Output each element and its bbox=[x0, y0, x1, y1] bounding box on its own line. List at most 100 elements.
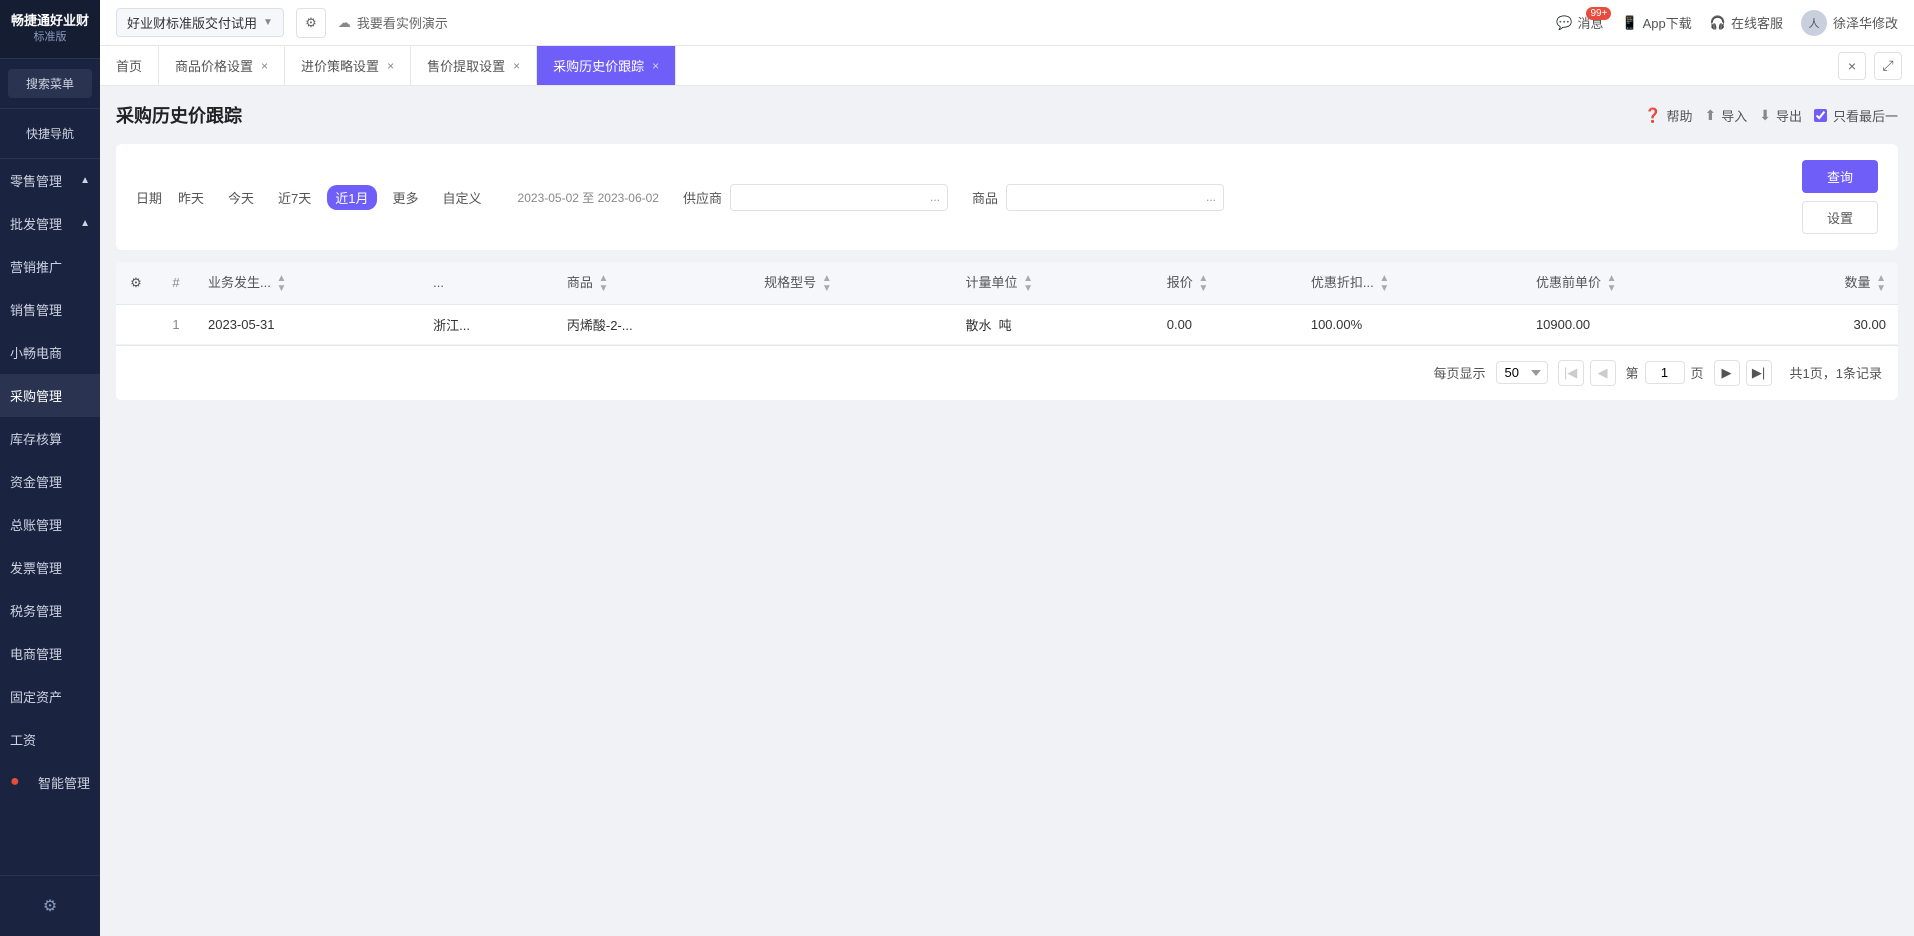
tab-home-label: 首页 bbox=[116, 56, 142, 75]
sidebar-item-smart[interactable]: ● 智能管理 bbox=[0, 761, 100, 804]
service-label: 在线客服 bbox=[1731, 13, 1783, 32]
sidebar-item-label: 工资 bbox=[10, 730, 36, 749]
sidebar-item-marketing[interactable]: 营销推广 bbox=[0, 245, 100, 288]
th-spec[interactable]: 规格型号 ▲▼ bbox=[752, 262, 953, 304]
sidebar-item-tax[interactable]: 税务管理 bbox=[0, 589, 100, 632]
sidebar-item-assets[interactable]: 固定资产 bbox=[0, 675, 100, 718]
per-page-select[interactable]: 50 10 20 100 bbox=[1496, 361, 1548, 384]
sidebar-item-retail[interactable]: 零售管理 ▲ bbox=[0, 159, 100, 202]
th-date[interactable]: 业务发生... ▲▼ bbox=[196, 262, 421, 304]
page-input[interactable] bbox=[1645, 361, 1685, 384]
sidebar-item-invoice[interactable]: 发票管理 bbox=[0, 546, 100, 589]
date-btn-yesterday[interactable]: 昨天 bbox=[170, 185, 212, 210]
filter-settings-button[interactable]: 设置 bbox=[1802, 201, 1878, 234]
th-gear[interactable]: ⚙ bbox=[116, 262, 156, 304]
tab-home[interactable]: 首页 bbox=[100, 46, 159, 85]
sidebar-item-payroll[interactable]: 工资 bbox=[0, 718, 100, 761]
close-icon[interactable]: × bbox=[652, 59, 659, 73]
date-filter: 日期 昨天 今天 近7天 近1月 更多 自定义 bbox=[136, 185, 490, 210]
sidebar-item-label: 总账管理 bbox=[10, 515, 62, 534]
user-name: 徐泽华修改 bbox=[1833, 13, 1898, 32]
first-page-button[interactable]: |◀ bbox=[1558, 360, 1584, 386]
online-service-button[interactable]: 🎧 在线客服 bbox=[1710, 13, 1783, 32]
app-download-button[interactable]: 📱 App下载 bbox=[1621, 13, 1691, 32]
close-icon[interactable]: × bbox=[261, 59, 268, 73]
tabs-right-controls: × ⤢ bbox=[1826, 52, 1914, 80]
sidebar-item-ledger[interactable]: 总账管理 bbox=[0, 503, 100, 546]
product-dots[interactable]: ... bbox=[1206, 190, 1216, 204]
page-actions: ❓ 帮助 ⬆ 导入 ⬇ 导出 只看最后一 bbox=[1644, 106, 1898, 125]
quick-nav-button[interactable]: 快捷导航 bbox=[0, 117, 100, 150]
sidebar-item-wholesale[interactable]: 批发管理 ▲ bbox=[0, 202, 100, 245]
th-discount[interactable]: 优惠折扣... ▲▼ bbox=[1299, 262, 1524, 304]
search-menu-button[interactable]: 搜索菜单 bbox=[8, 69, 92, 98]
supplier-input-wrap: ... bbox=[730, 184, 948, 211]
sidebar-item-label: 营销推广 bbox=[10, 257, 62, 276]
sort-icon: ▲▼ bbox=[822, 274, 832, 294]
last-page-button[interactable]: ▶| bbox=[1746, 360, 1772, 386]
maximize-tab-button[interactable]: ⤢ bbox=[1874, 52, 1902, 80]
date-btn-custom[interactable]: 自定义 bbox=[435, 185, 490, 210]
th-unit[interactable]: 计量单位 ▲▼ bbox=[953, 262, 1154, 304]
th-spec-label: 规格型号 bbox=[764, 275, 816, 290]
sidebar-item-inventory[interactable]: 库存核算 bbox=[0, 417, 100, 460]
topbar-settings-button[interactable]: ⚙ bbox=[296, 8, 326, 38]
export-button[interactable]: ⬇ 导出 bbox=[1759, 106, 1802, 125]
sidebar-item-ecommerce[interactable]: 电商管理 bbox=[0, 632, 100, 675]
version-selector[interactable]: 好业财标准版交付试用 ▼ bbox=[116, 8, 284, 37]
sort-icon: ▲▼ bbox=[1876, 274, 1886, 294]
quick-nav-section: 快捷导航 bbox=[0, 109, 100, 159]
product-input[interactable] bbox=[1006, 184, 1224, 211]
sidebar-item-ecommerce-small[interactable]: 小畅电商 bbox=[0, 331, 100, 374]
messages-button[interactable]: 💬 消息 99+ bbox=[1556, 13, 1603, 32]
tab-product-price[interactable]: 商品价格设置 × bbox=[159, 46, 285, 85]
close-icon[interactable]: × bbox=[513, 59, 520, 73]
cloud-icon: ☁ bbox=[338, 15, 351, 31]
th-price[interactable]: 报价 ▲▼ bbox=[1155, 262, 1299, 304]
th-qty[interactable]: 数量 ▲▼ bbox=[1754, 262, 1898, 304]
date-btn-more[interactable]: 更多 bbox=[385, 185, 427, 210]
tab-purchase-strategy[interactable]: 进价策略设置 × bbox=[285, 46, 411, 85]
row-num: 1 bbox=[156, 304, 196, 344]
sort-icon: ▲▼ bbox=[276, 274, 286, 294]
date-btn-7days[interactable]: 近7天 bbox=[270, 185, 319, 210]
sort-icon: ▲▼ bbox=[1198, 274, 1208, 294]
page-suffix-label: 页 bbox=[1691, 363, 1704, 382]
page-title: 采购历史价跟踪 bbox=[116, 102, 242, 128]
sidebar-item-finance[interactable]: 资金管理 bbox=[0, 460, 100, 503]
user-menu[interactable]: 人 徐泽华修改 bbox=[1801, 10, 1898, 36]
supplier-dots[interactable]: ... bbox=[930, 190, 940, 204]
close-tab-button[interactable]: × bbox=[1838, 52, 1866, 80]
supplier-input[interactable] bbox=[730, 184, 948, 211]
th-product[interactable]: 商品 ▲▼ bbox=[555, 262, 752, 304]
prev-page-button[interactable]: ◀ bbox=[1590, 360, 1616, 386]
tab-purchase-history[interactable]: 采购历史价跟踪 × bbox=[537, 46, 676, 85]
th-pre-price[interactable]: 优惠前单价 ▲▼ bbox=[1524, 262, 1754, 304]
date-btn-today[interactable]: 今天 bbox=[220, 185, 262, 210]
table-row: 1 2023-05-31 浙江... 丙烯酸-2-... 散水 吨 0.00 1… bbox=[116, 304, 1898, 344]
sidebar-item-sales[interactable]: 销售管理 bbox=[0, 288, 100, 331]
tab-bar: 首页 商品价格设置 × 进价策略设置 × 售价提取设置 × 采购历史价跟踪 × … bbox=[100, 46, 1914, 86]
sidebar-item-purchase[interactable]: 采购管理 bbox=[0, 374, 100, 417]
sidebar-logo: 畅捷通好业财 标准版 bbox=[0, 0, 100, 59]
settings-icon[interactable]: ⚙ bbox=[0, 888, 100, 924]
help-button[interactable]: ❓ 帮助 bbox=[1644, 106, 1692, 125]
demo-button[interactable]: ☁ 我要看实例演示 bbox=[338, 13, 448, 32]
tab-label: 进价策略设置 bbox=[301, 56, 379, 75]
sort-icon: ▲▼ bbox=[599, 274, 609, 294]
only-last-input[interactable] bbox=[1814, 109, 1827, 122]
logo-title: 畅捷通好业财 bbox=[8, 12, 92, 30]
next-page-button[interactable]: ▶ bbox=[1714, 360, 1740, 386]
close-icon[interactable]: × bbox=[387, 59, 394, 73]
th-extra[interactable]: ... bbox=[421, 262, 555, 304]
only-last-checkbox[interactable]: 只看最后一 bbox=[1814, 106, 1898, 125]
query-button[interactable]: 查询 bbox=[1802, 160, 1878, 193]
th-product-label: 商品 bbox=[567, 275, 593, 290]
th-price-label: 报价 bbox=[1167, 275, 1193, 290]
date-btn-1month[interactable]: 近1月 bbox=[327, 185, 376, 210]
import-button[interactable]: ⬆ 导入 bbox=[1704, 106, 1747, 125]
th-qty-label: 数量 bbox=[1844, 275, 1870, 290]
supplier-label: 供应商 bbox=[683, 188, 722, 207]
export-label: 导出 bbox=[1776, 106, 1802, 125]
tab-price-extract[interactable]: 售价提取设置 × bbox=[411, 46, 537, 85]
